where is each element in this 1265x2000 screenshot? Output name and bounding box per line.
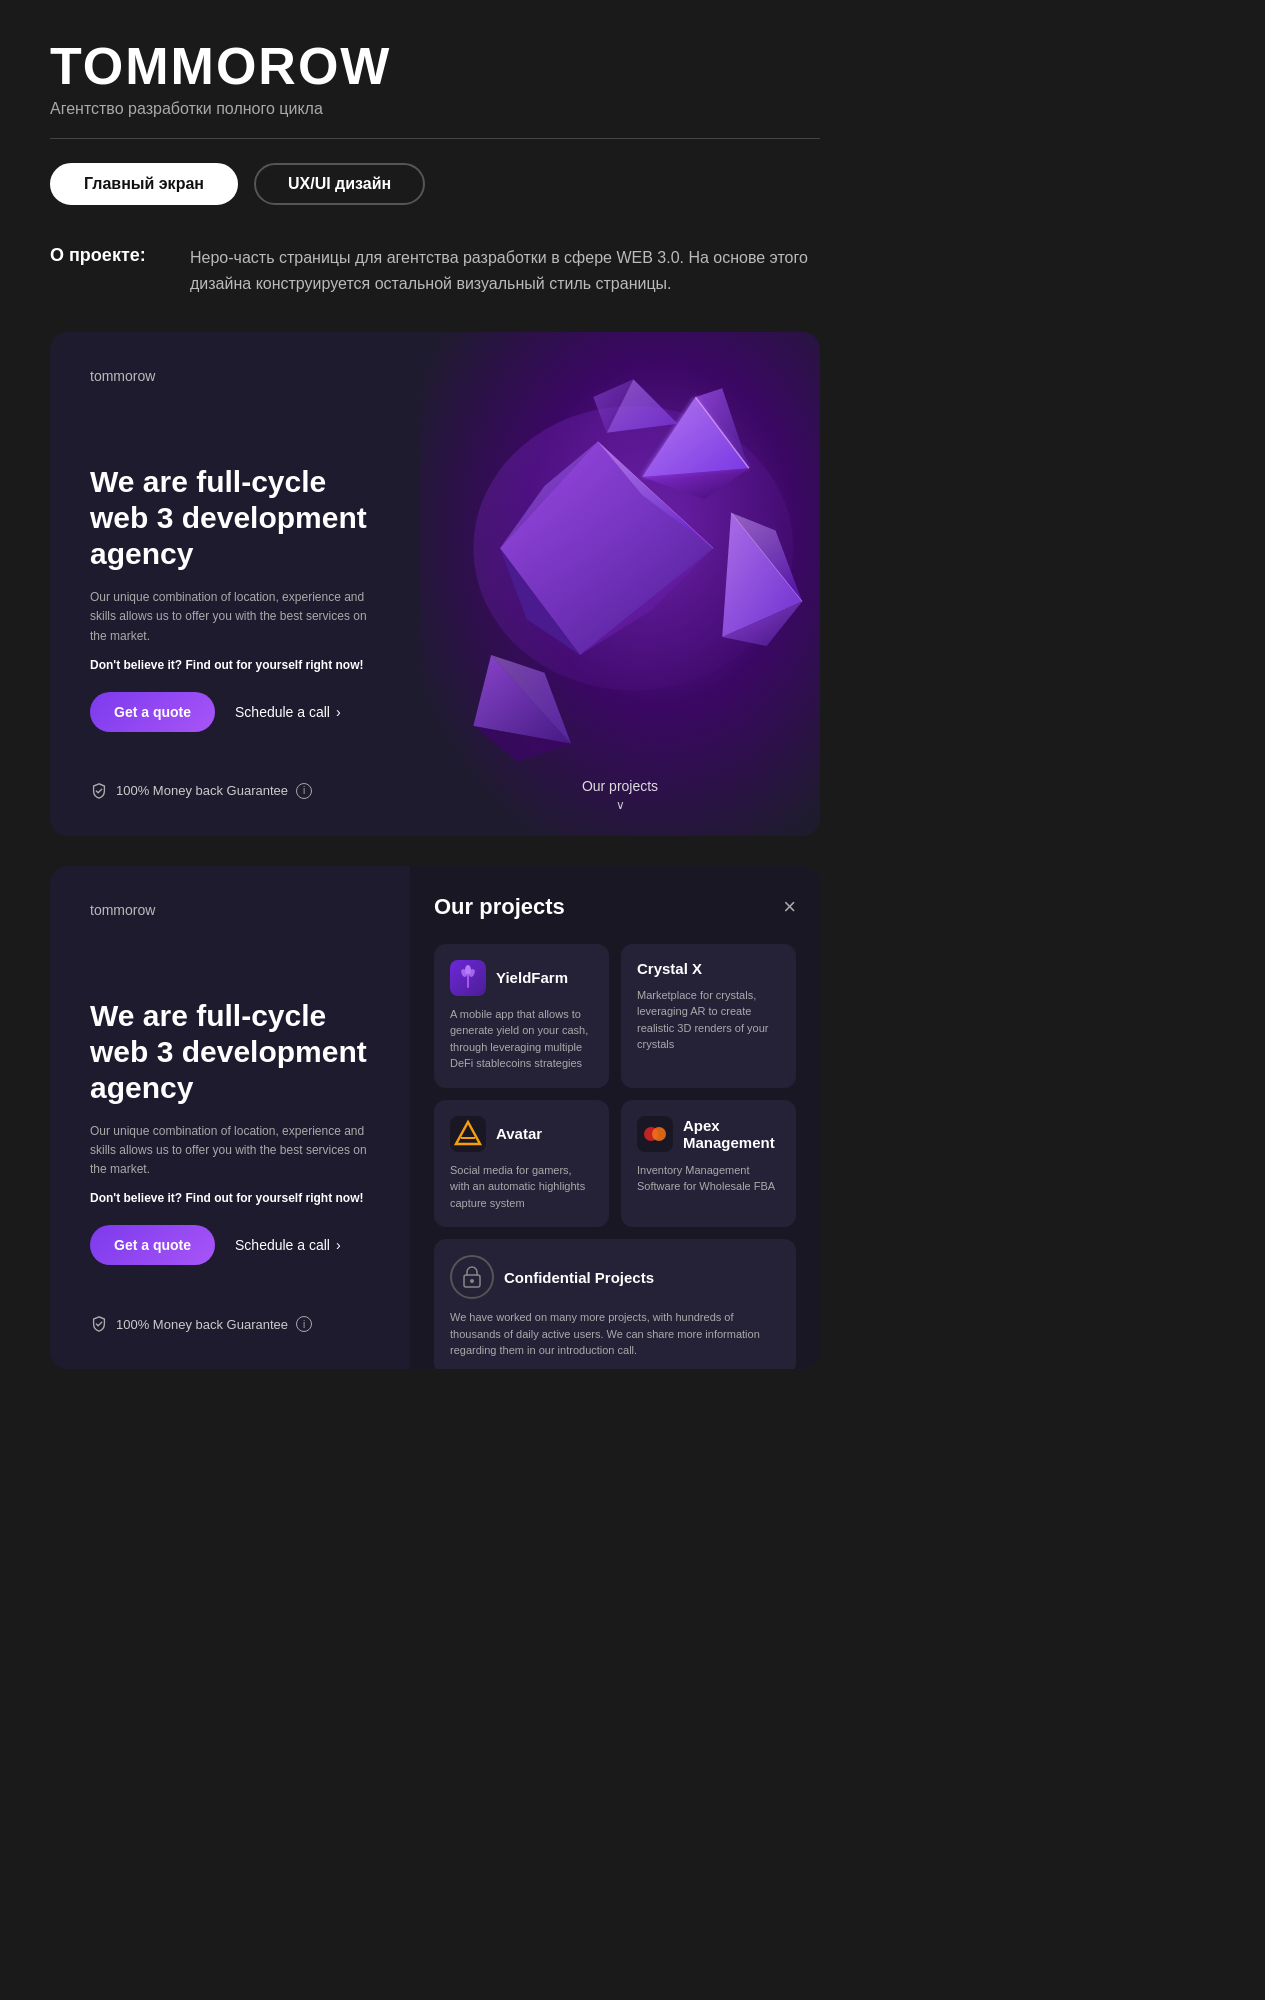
project-card-header: YieldFarm bbox=[450, 960, 593, 996]
projects-grid: YieldFarm A mobile app that allows to ge… bbox=[434, 944, 796, 1370]
site-title: TOMMOROW bbox=[50, 40, 820, 92]
second-brand: tommorow bbox=[90, 902, 384, 918]
apex-name: Apex Management bbox=[683, 1117, 780, 1151]
tab-group: Главный экран UX/UI дизайн bbox=[50, 163, 820, 205]
hero-cta-text: Don't believe it? Find out for yourself … bbox=[90, 658, 384, 672]
confidential-name: Confidential Projects bbox=[504, 1269, 654, 1286]
crystalx-desc: Marketplace for crystals, leveraging AR … bbox=[637, 987, 780, 1053]
about-text: Неро-часть страницы для агентства разраб… bbox=[190, 245, 820, 296]
project-card-apex: Apex Management Inventory Management Sof… bbox=[621, 1100, 796, 1228]
hero-footer: 100% Money back Guarantee i bbox=[90, 782, 384, 800]
hero-buttons: Get a quote Schedule a call › bbox=[90, 692, 384, 732]
second-hero-buttons: Get a quote Schedule a call › bbox=[90, 1225, 384, 1265]
projects-panel: Our projects × bbox=[410, 866, 820, 1370]
confidential-desc: We have worked on many more projects, wi… bbox=[450, 1309, 780, 1359]
chevron-right-icon-2: › bbox=[336, 1237, 341, 1253]
yieldfarm-icon bbox=[450, 960, 486, 996]
hero-left-panel: tommorow We are full-cycle web 3 develop… bbox=[50, 332, 420, 836]
hero-visual: Our projects ∨ bbox=[420, 332, 820, 836]
second-guarantee-text: 100% Money back Guarantee bbox=[116, 1317, 288, 1332]
shield-icon bbox=[90, 782, 108, 800]
hero-title: We are full-cycle web 3 development agen… bbox=[90, 464, 384, 572]
tab-main[interactable]: Главный экран bbox=[50, 163, 238, 205]
projects-panel-header: Our projects × bbox=[434, 894, 796, 920]
projects-panel-title: Our projects bbox=[434, 894, 565, 920]
svg-rect-24 bbox=[467, 974, 469, 988]
get-quote-button-2[interactable]: Get a quote bbox=[90, 1225, 215, 1265]
about-section: О проекте: Неро-часть страницы для агент… bbox=[50, 245, 820, 296]
avatar-desc: Social media for gamers, with an automat… bbox=[450, 1162, 593, 1212]
second-left-panel: tommorow We are full-cycle web 3 develop… bbox=[50, 866, 420, 1370]
project-card-avatar-header: Avatar bbox=[450, 1116, 593, 1152]
site-subtitle: Агентство разработки полного цикла bbox=[50, 100, 820, 118]
confidential-icon bbox=[450, 1255, 494, 1299]
svg-point-30 bbox=[652, 1127, 666, 1141]
close-projects-button[interactable]: × bbox=[783, 896, 796, 918]
avatar-name: Avatar bbox=[496, 1125, 542, 1142]
hero-card-2: tommorow We are full-cycle web 3 develop… bbox=[50, 866, 820, 1370]
project-card-avatar: Avatar Social media for gamers, with an … bbox=[434, 1100, 609, 1228]
yieldfarm-desc: A mobile app that allows to generate yie… bbox=[450, 1006, 593, 1072]
hero-card-1: tommorow We are full-cycle web 3 develop… bbox=[50, 332, 820, 836]
chevron-down-icon: ∨ bbox=[582, 798, 658, 812]
second-cta-text: Don't believe it? Find out for yourself … bbox=[90, 1191, 384, 1205]
avatar-icon bbox=[450, 1116, 486, 1152]
hero-brand: tommorow bbox=[90, 368, 384, 384]
svg-point-32 bbox=[470, 1279, 474, 1283]
info-icon[interactable]: i bbox=[296, 783, 312, 799]
second-footer: 100% Money back Guarantee i bbox=[90, 1315, 384, 1333]
yieldfarm-name: YieldFarm bbox=[496, 969, 568, 986]
about-label: О проекте: bbox=[50, 245, 160, 266]
guarantee-text: 100% Money back Guarantee bbox=[116, 783, 288, 798]
header-divider bbox=[50, 138, 820, 139]
second-title: We are full-cycle web 3 development agen… bbox=[90, 998, 384, 1106]
project-card-confidential: Confidential Projects We have worked on … bbox=[434, 1239, 796, 1369]
crystalx-name: Crystal X bbox=[637, 960, 702, 977]
project-card-confidential-header: Confidential Projects bbox=[450, 1255, 780, 1299]
second-description: Our unique combination of location, expe… bbox=[90, 1122, 384, 1180]
project-card-yieldfarm: YieldFarm A mobile app that allows to ge… bbox=[434, 944, 609, 1088]
project-card-crystalx-header: Crystal X bbox=[637, 960, 780, 977]
project-card-crystalx: Crystal X Marketplace for crystals, leve… bbox=[621, 944, 796, 1088]
apex-icon bbox=[637, 1116, 673, 1152]
schedule-call-button-2[interactable]: Schedule a call › bbox=[235, 1237, 341, 1253]
schedule-call-button-1[interactable]: Schedule a call › bbox=[235, 704, 341, 720]
project-card-apex-header: Apex Management bbox=[637, 1116, 780, 1152]
chevron-right-icon: › bbox=[336, 704, 341, 720]
apex-desc: Inventory Management Software for Wholes… bbox=[637, 1162, 780, 1195]
our-projects-badge: Our projects ∨ bbox=[582, 778, 658, 812]
info-icon-2[interactable]: i bbox=[296, 1316, 312, 1332]
tab-uxui[interactable]: UX/UI дизайн bbox=[254, 163, 425, 205]
shield-icon-2 bbox=[90, 1315, 108, 1333]
hero-description: Our unique combination of location, expe… bbox=[90, 588, 384, 646]
get-quote-button[interactable]: Get a quote bbox=[90, 692, 215, 732]
